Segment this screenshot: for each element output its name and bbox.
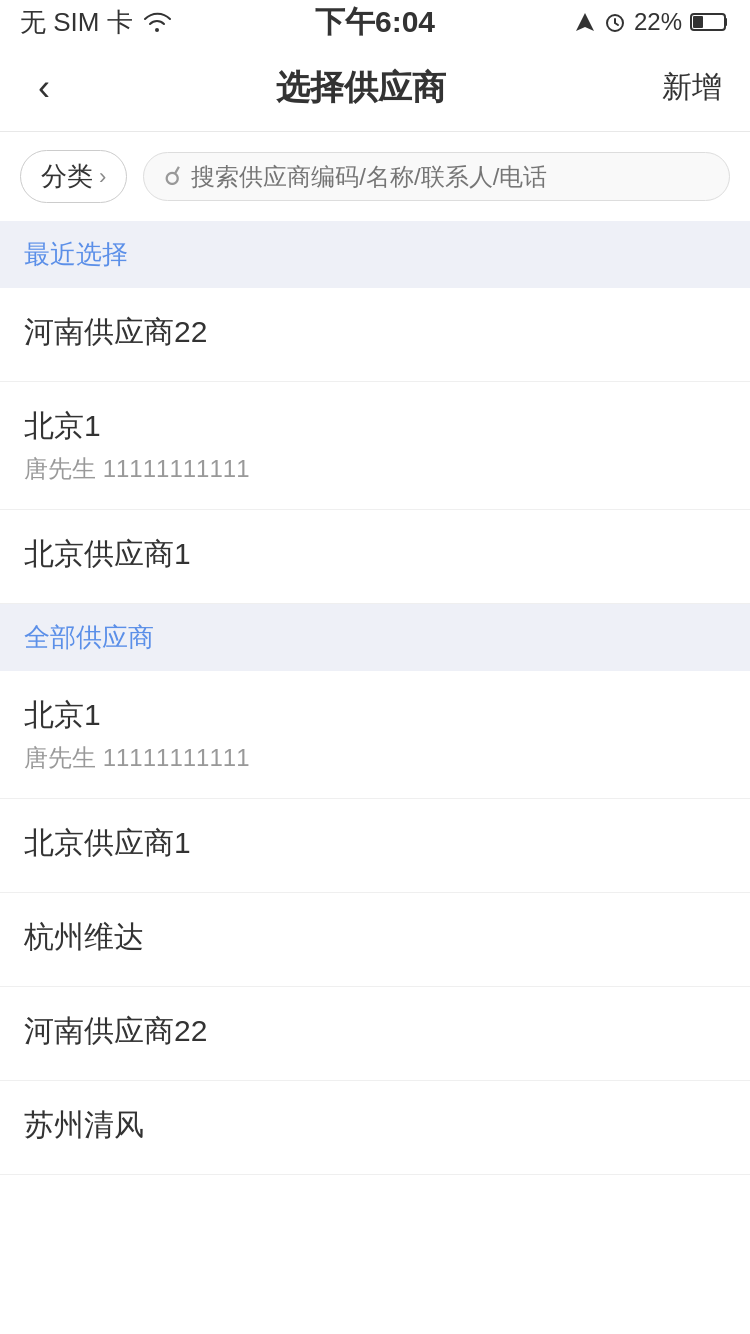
page-title: 选择供应商 [276,65,446,111]
category-filter-button[interactable]: 分类 › [20,150,127,203]
status-left: 无 SIM 卡 [20,5,173,40]
recent-list: 河南供应商22 北京1 唐先生 11111111111 北京供应商1 [0,288,750,604]
back-button[interactable]: ‹ [28,57,60,119]
item-name: 杭州维达 [24,917,726,958]
item-sub: 唐先生 11111111111 [24,453,726,485]
new-action-button[interactable]: 新增 [662,67,722,108]
wifi-icon [141,10,173,34]
search-icon: ☌ [164,161,181,192]
item-name: 北京1 [24,695,726,736]
status-right: 22% [574,8,730,36]
category-label: 分类 [41,159,93,194]
list-item[interactable]: 河南供应商22 [0,288,750,382]
svg-rect-2 [693,16,703,28]
search-box[interactable]: ☌ [143,152,730,201]
alarm-icon [604,11,626,33]
item-name: 北京1 [24,406,726,447]
all-list: 北京1 唐先生 11111111111 北京供应商1 杭州维达河南供应商22 苏州清风 [0,671,750,1175]
item-name: 北京供应商1 [24,534,726,575]
battery-label: 22% [634,8,682,36]
status-time: 下午6:04 [315,2,435,43]
list-item[interactable]: 北京供应商1 [0,510,750,604]
location-icon [574,11,596,33]
item-name: 河南供应商22 [24,312,726,353]
list-item[interactable]: 北京供应商1 [0,799,750,893]
recent-section-header: 最近选择 [0,221,750,288]
battery-icon [690,11,730,33]
chevron-right-icon: › [99,164,106,190]
all-section-header: 全部供应商 [0,604,750,671]
list-item[interactable]: 苏州清风 [0,1081,750,1175]
list-item[interactable]: 杭州维达 [0,893,750,987]
list-item[interactable]: 河南供应商22 [0,987,750,1081]
no-sim-label: 无 SIM 卡 [20,5,133,40]
all-section-label: 全部供应商 [24,622,154,652]
item-name: 河南供应商22 [24,1011,726,1052]
item-name: 苏州清风 [24,1105,726,1146]
item-sub: 唐先生 11111111111 [24,742,726,774]
recent-section-label: 最近选择 [24,239,128,269]
item-name: 北京供应商1 [24,823,726,864]
filter-bar: 分类 › ☌ [0,132,750,221]
list-item[interactable]: 北京1 唐先生 11111111111 [0,671,750,799]
nav-bar: ‹ 选择供应商 新增 [0,44,750,132]
status-bar: 无 SIM 卡 下午6:04 22% [0,0,750,44]
list-item[interactable]: 北京1 唐先生 11111111111 [0,382,750,510]
search-input[interactable] [191,163,709,191]
